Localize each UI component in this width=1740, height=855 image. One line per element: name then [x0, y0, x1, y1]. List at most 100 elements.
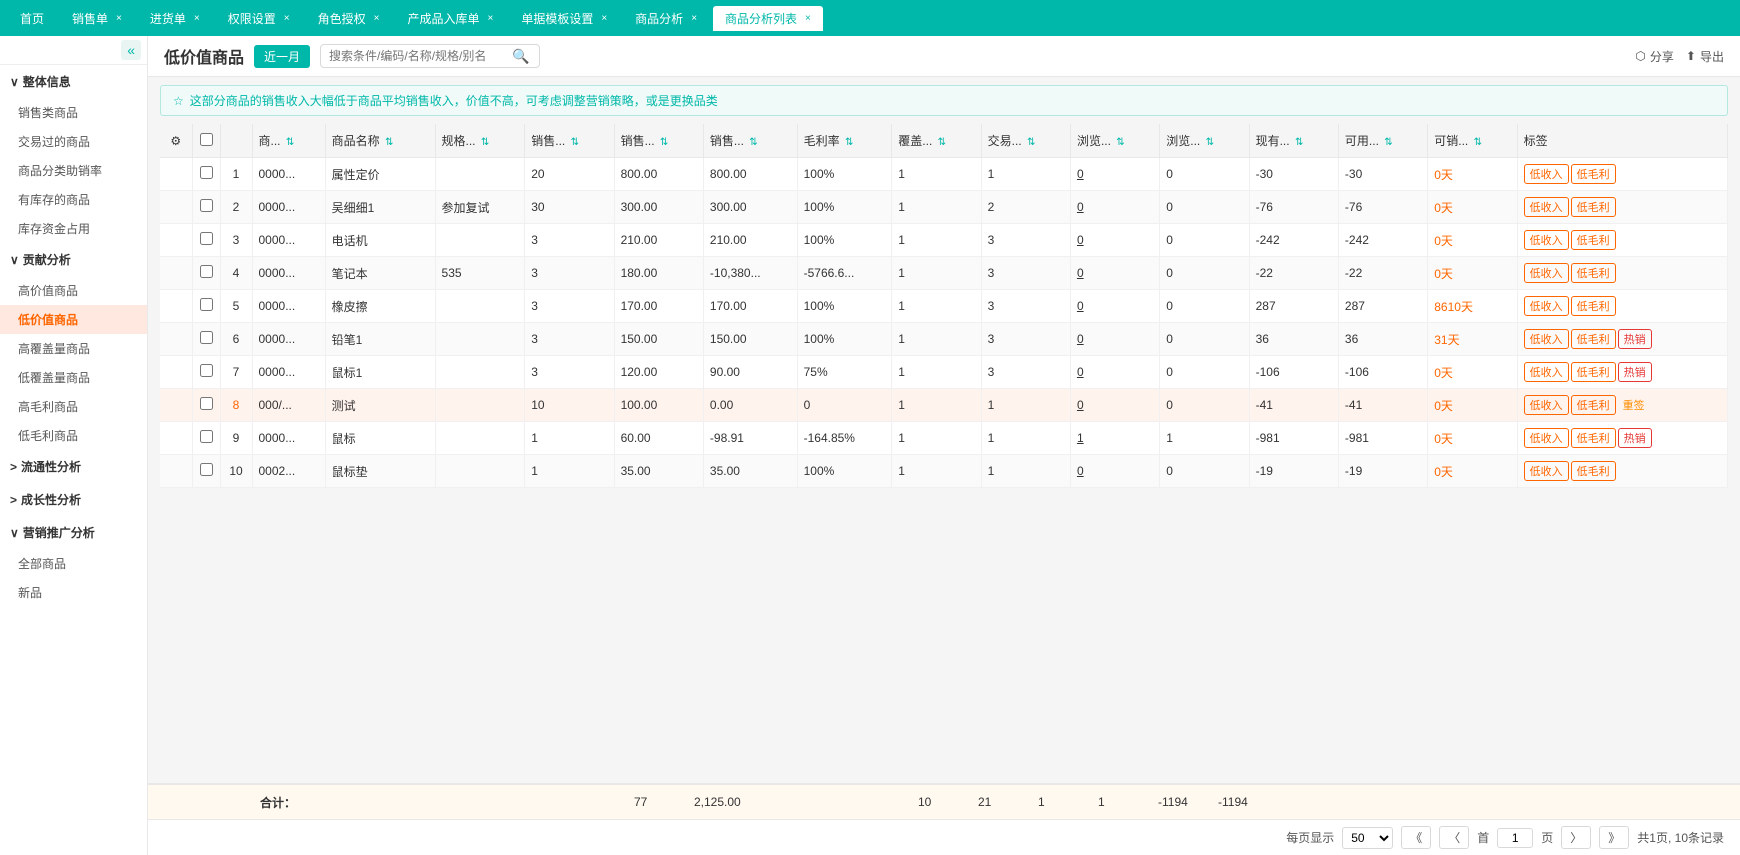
nav-item-analysis[interactable]: 商品分析 × — [623, 6, 709, 31]
row-checkbox-cell[interactable] — [192, 389, 220, 422]
row-checkbox[interactable] — [200, 463, 213, 476]
sidebar-item-high-cover[interactable]: 高覆盖量商品 — [0, 334, 147, 363]
row-sales_amt: 150.00 — [614, 323, 703, 356]
sidebar-item-category-rate[interactable]: 商品分类助销率 — [0, 156, 147, 185]
row-checkbox[interactable] — [200, 232, 213, 245]
row-checkbox-cell[interactable] — [192, 191, 220, 224]
browse1-link[interactable]: 0 — [1077, 365, 1084, 379]
row-code: 0000... — [252, 323, 325, 356]
search-icon[interactable]: 🔍 — [512, 48, 529, 65]
notice-text: 这部分商品的销售收入大幅低于商品平均销售收入，价值不高，可考虑调整营销策略，或是… — [190, 92, 718, 109]
sidebar-item-high-value[interactable]: 高价值商品 — [0, 276, 147, 305]
browse1-link[interactable]: 0 — [1077, 464, 1084, 478]
row-checkbox-cell[interactable] — [192, 356, 220, 389]
nav-item-analysis-list[interactable]: 商品分析列表 × — [713, 6, 823, 31]
th-settings[interactable]: ⚙ — [160, 124, 192, 158]
next-page-btn[interactable]: 〉 — [1561, 826, 1591, 849]
sidebar-group-growth[interactable]: > 成长性分析 — [0, 483, 147, 516]
row-settings — [160, 323, 192, 356]
last-page-btn[interactable]: 》 — [1599, 826, 1629, 849]
select-all-checkbox[interactable] — [200, 133, 213, 146]
nav-item-inbound[interactable]: 产成品入库单 × — [395, 6, 505, 31]
row-checkbox-cell[interactable] — [192, 290, 220, 323]
row-checkbox-cell[interactable] — [192, 422, 220, 455]
row-checkbox[interactable] — [200, 364, 213, 377]
nav-item-roles[interactable]: 角色授权 × — [306, 6, 392, 31]
sidebar-item-traded-goods[interactable]: 交易过的商品 — [0, 127, 147, 156]
th-spec[interactable]: 规格... ⇅ — [435, 124, 525, 158]
th-checkbox[interactable] — [192, 124, 220, 158]
browse1-link[interactable]: 1 — [1077, 431, 1084, 445]
row-cover: 1 — [892, 224, 981, 257]
th-stock-cur[interactable]: 现有... ⇅ — [1249, 124, 1338, 158]
table-row: 60000...铅笔13150.00150.00100%1300363631天低… — [160, 323, 1728, 356]
nav-item-sales[interactable]: 销售单 × — [60, 6, 134, 31]
sidebar-item-stock-capital[interactable]: 库存资金占用 — [0, 214, 147, 243]
sidebar-group-circulation[interactable]: > 流通性分析 — [0, 450, 147, 483]
sidebar-group-general[interactable]: ∨ 整体信息 — [0, 65, 147, 98]
browse1-link[interactable]: 0 — [1077, 332, 1084, 346]
th-browse1[interactable]: 浏览... ⇅ — [1070, 124, 1159, 158]
row-sales_avg: 0.00 — [703, 389, 797, 422]
page-size-select[interactable]: 50 100 200 — [1342, 827, 1393, 849]
collapse-sidebar-btn[interactable]: « — [121, 40, 141, 60]
sidebar-group-marketing[interactable]: ∨ 营销推广分析 — [0, 516, 147, 549]
browse1-link[interactable]: 0 — [1077, 233, 1084, 247]
sidebar-item-low-value[interactable]: 低价值商品 — [0, 305, 147, 334]
row-sales_avg: 170.00 — [703, 290, 797, 323]
sidebar-item-stock-goods[interactable]: 有库存的商品 — [0, 185, 147, 214]
sidebar-group-contribution[interactable]: ∨ 贡献分析 — [0, 243, 147, 276]
row-checkbox[interactable] — [200, 397, 213, 410]
page-num-input[interactable] — [1497, 828, 1533, 848]
row-checkbox-cell[interactable] — [192, 455, 220, 488]
th-trade[interactable]: 交易... ⇅ — [981, 124, 1070, 158]
nav-item-home[interactable]: 首页 — [8, 6, 56, 31]
browse1-link[interactable]: 0 — [1077, 398, 1084, 412]
row-code: 0000... — [252, 257, 325, 290]
sidebar-item-low-profit[interactable]: 低毛利商品 — [0, 421, 147, 450]
sidebar-item-new-goods[interactable]: 新品 — [0, 578, 147, 607]
row-checkbox[interactable] — [200, 166, 213, 179]
browse1-link[interactable]: 0 — [1077, 266, 1084, 280]
sidebar-item-high-profit[interactable]: 高毛利商品 — [0, 392, 147, 421]
row-checkbox-cell[interactable] — [192, 158, 220, 191]
sidebar-item-all-goods[interactable]: 全部商品 — [0, 549, 147, 578]
share-btn[interactable]: ⬡ 分享 — [1635, 48, 1674, 65]
row-checkbox[interactable] — [200, 265, 213, 278]
row-checkbox[interactable] — [200, 331, 213, 344]
browse1-link[interactable]: 0 — [1077, 299, 1084, 313]
nav-item-purchase[interactable]: 进货单 × — [138, 6, 212, 31]
total-stock: -1194 — [1152, 791, 1212, 813]
prev-page-btn[interactable]: 〈 — [1439, 826, 1469, 849]
filter-month-btn[interactable]: 近一月 — [254, 45, 310, 68]
nav-item-templates[interactable]: 单据模板设置 × — [509, 6, 619, 31]
th-name[interactable]: 商品名称 ⇅ — [325, 124, 435, 158]
row-checkbox[interactable] — [200, 430, 213, 443]
row-checkbox[interactable] — [200, 298, 213, 311]
row-checkbox-cell[interactable] — [192, 323, 220, 356]
th-available[interactable]: 可用... ⇅ — [1338, 124, 1427, 158]
th-sales-qty[interactable]: 销售... ⇅ — [525, 124, 614, 158]
sidebar-item-low-cover[interactable]: 低覆盖量商品 — [0, 363, 147, 392]
row-checkbox[interactable] — [200, 199, 213, 212]
th-browse2[interactable]: 浏览... ⇅ — [1160, 124, 1249, 158]
row-cover: 1 — [892, 323, 981, 356]
th-gross-rate[interactable]: 毛利率 ⇅ — [797, 124, 892, 158]
th-sales-amt[interactable]: 销售... ⇅ — [614, 124, 703, 158]
th-cover[interactable]: 覆盖... ⇅ — [892, 124, 981, 158]
sidebar-item-sales-goods[interactable]: 销售类商品 — [0, 98, 147, 127]
row-checkbox-cell[interactable] — [192, 224, 220, 257]
row-checkbox-cell[interactable] — [192, 257, 220, 290]
row-saleable: 0天 — [1428, 158, 1517, 191]
row-num: 4 — [220, 257, 252, 290]
browse1-link[interactable]: 0 — [1077, 167, 1084, 181]
table-area[interactable]: ⚙ 商... ⇅ 商品名称 ⇅ 规格... ⇅ 销售... ⇅ 销售... ⇅ … — [148, 124, 1740, 783]
th-saleable[interactable]: 可销... ⇅ — [1428, 124, 1517, 158]
search-input[interactable] — [320, 44, 540, 68]
nav-item-permissions[interactable]: 权限设置 × — [216, 6, 302, 31]
export-btn[interactable]: ⬆ 导出 — [1686, 48, 1724, 65]
browse1-link[interactable]: 0 — [1077, 200, 1084, 214]
th-sales-avg[interactable]: 销售... ⇅ — [703, 124, 797, 158]
th-code[interactable]: 商... ⇅ — [252, 124, 325, 158]
first-page-btn[interactable]: 《 — [1401, 826, 1431, 849]
